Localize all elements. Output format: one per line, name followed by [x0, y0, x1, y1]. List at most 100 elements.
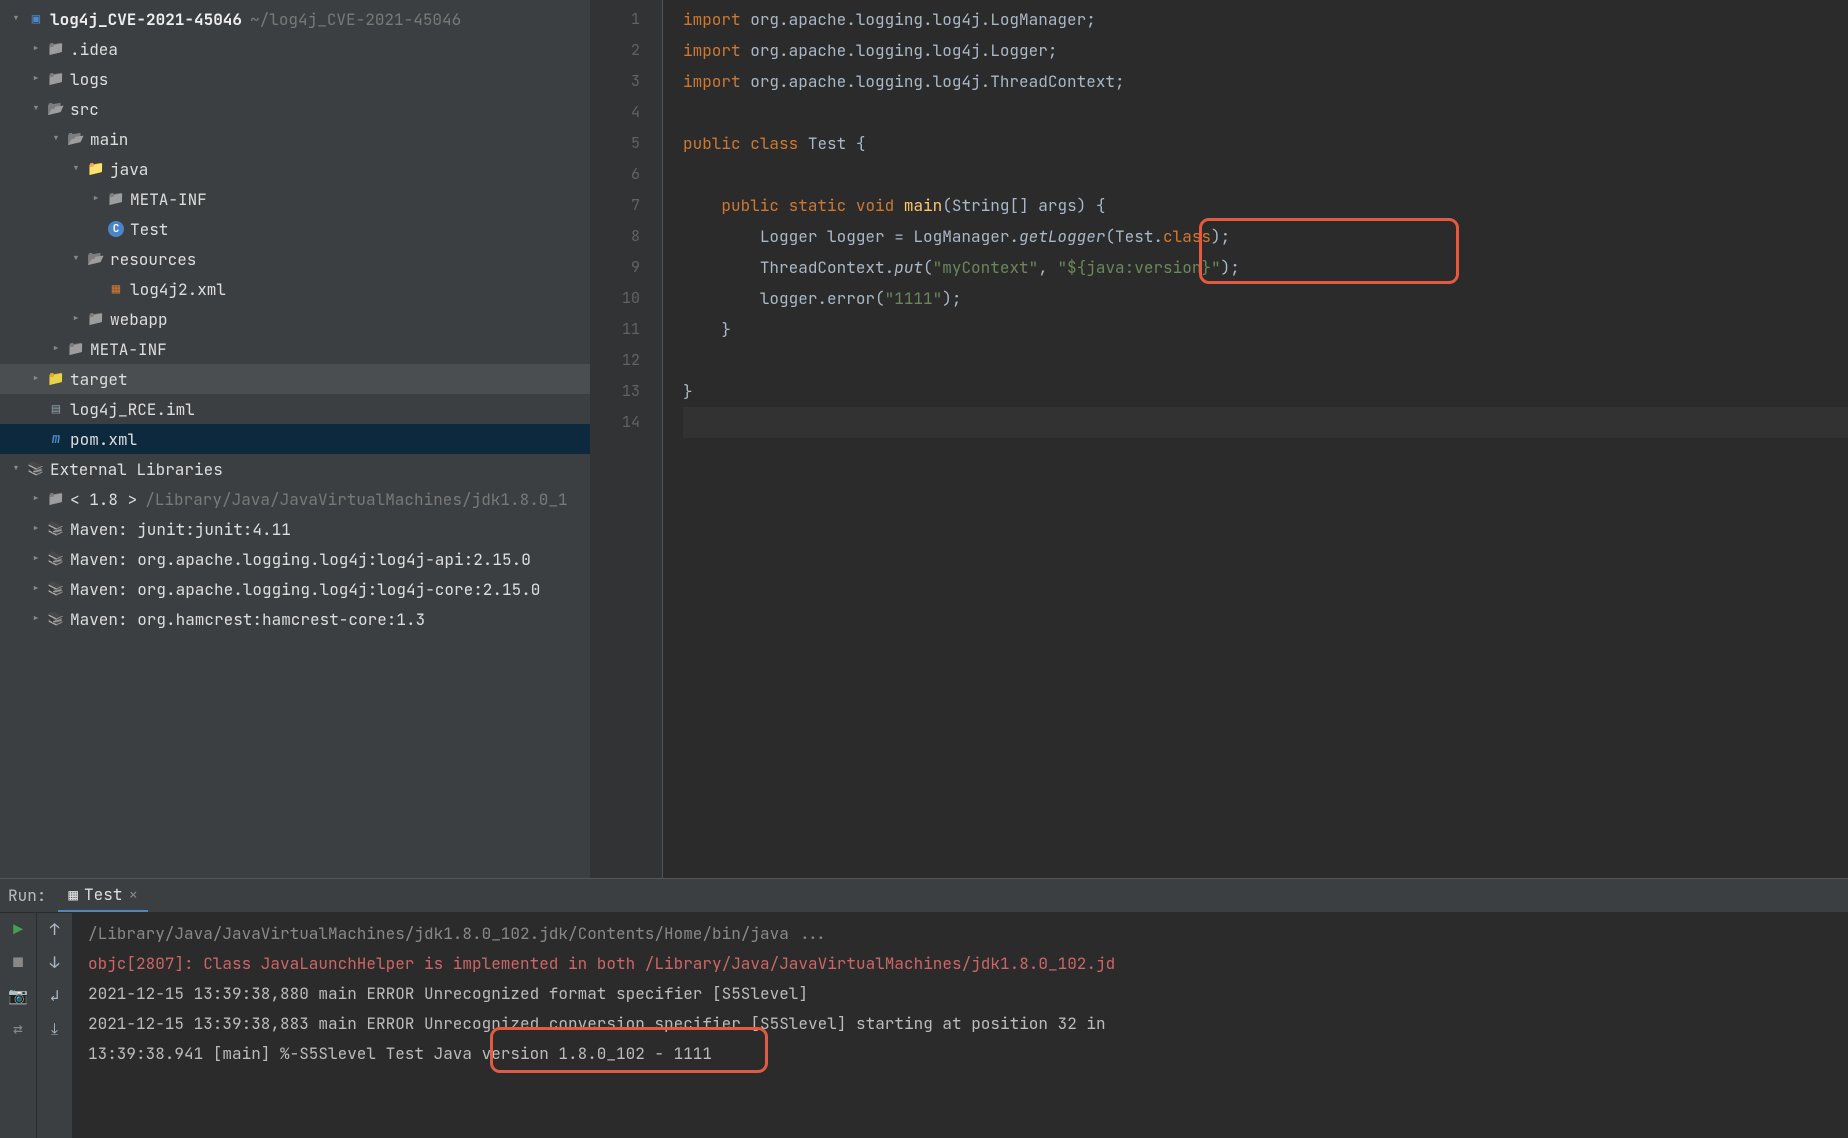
close-icon[interactable]: × [128, 884, 138, 905]
chevron-right-icon[interactable] [28, 550, 44, 568]
package-ref: org.apache.logging.log4j.Logger [750, 40, 1048, 61]
folder-icon [86, 309, 106, 329]
rerun-button[interactable]: ▶ [13, 919, 23, 940]
chevron-right-icon[interactable] [28, 370, 44, 388]
chevron-down-icon[interactable] [68, 160, 84, 178]
jdk-icon [46, 489, 66, 509]
tree-item-pom[interactable]: pom.xml [0, 424, 590, 454]
chevron-right-icon[interactable] [68, 310, 84, 328]
tree-item-log4j2-xml[interactable]: log4j2.xml [0, 274, 590, 304]
up-icon[interactable]: ↑ [50, 919, 60, 940]
string-literal: "myContext" [933, 257, 1039, 278]
dump-button[interactable]: 📷 [8, 985, 28, 1006]
package-ref: org.apache.logging.log4j.ThreadContext [750, 71, 1115, 92]
editor-gutter[interactable]: 1 2 3 4 5 6 7 8 9 10 11 12 13 14 [590, 0, 662, 878]
line-number[interactable]: 2 [590, 35, 640, 66]
scroll-end-icon[interactable]: ⤓ [51, 1018, 58, 1039]
line-number[interactable]: 7 [590, 190, 640, 221]
library-icon [46, 609, 66, 629]
tree-item-idea[interactable]: .idea [0, 34, 590, 64]
line-number[interactable]: 3 [590, 66, 640, 97]
tree-item-metainf[interactable]: META-INF [0, 184, 590, 214]
console-line: 13:39:38.941 [main] %-S5Slevel Test Java… [88, 1039, 1848, 1069]
maven-file-icon [46, 429, 66, 449]
excluded-folder-icon [46, 369, 66, 389]
xml-file-icon [106, 279, 126, 299]
tree-external-libs[interactable]: External Libraries [0, 454, 590, 484]
method-call: getLogger [1019, 226, 1105, 247]
punct: ); [942, 288, 961, 309]
source-folder-icon [86, 159, 106, 179]
keyword: static [789, 195, 847, 216]
chevron-right-icon[interactable] [28, 610, 44, 628]
iml-file-icon [46, 399, 66, 419]
tree-item-src[interactable]: src [0, 94, 590, 124]
console-line: 2021-12-15 13:39:38,883 main ERROR Unrec… [88, 1009, 1848, 1039]
tree-item-webapp[interactable]: webapp [0, 304, 590, 334]
tree-root[interactable]: log4j_CVE-2021-45046 ~/log4j_CVE-2021-45… [0, 4, 590, 34]
line-number[interactable]: 1 [590, 4, 640, 35]
code-text: Logger logger = LogManager. [760, 226, 1019, 247]
chevron-down-icon[interactable] [48, 130, 64, 148]
tree-jdk[interactable]: < 1.8 > /Library/Java/JavaVirtualMachine… [0, 484, 590, 514]
chevron-right-icon[interactable] [48, 340, 64, 358]
java-class-icon [106, 219, 126, 239]
tree-item-resources[interactable]: resources [0, 244, 590, 274]
line-number[interactable]: 10 [590, 283, 640, 314]
tree-item-iml[interactable]: log4j_RCE.iml [0, 394, 590, 424]
chevron-down-icon[interactable] [8, 460, 24, 478]
folder-icon [46, 99, 66, 119]
line-number[interactable]: 5 [590, 128, 640, 159]
layout-button[interactable]: ⇄ [13, 1018, 23, 1039]
chevron-down-icon[interactable] [8, 10, 24, 28]
project-tree[interactable]: log4j_CVE-2021-45046 ~/log4j_CVE-2021-45… [0, 0, 590, 878]
keyword: void [856, 195, 894, 216]
chevron-right-icon[interactable] [28, 40, 44, 58]
tree-item-target[interactable]: target [0, 364, 590, 394]
line-number[interactable]: 12 [590, 345, 640, 376]
tree-item-test-class[interactable]: Test [0, 214, 590, 244]
run-label: Run: [8, 885, 46, 906]
run-toolbar-left: ▶ ■ 📷 ⇄ [0, 913, 36, 1138]
tree-root-label: log4j_CVE-2021-45046 [50, 9, 242, 30]
tree-item-metainf2[interactable]: META-INF [0, 334, 590, 364]
chevron-down-icon[interactable] [28, 100, 44, 118]
tree-item-java[interactable]: java [0, 154, 590, 184]
library-icon [26, 459, 46, 479]
soft-wrap-icon[interactable]: ↲ [50, 985, 60, 1006]
chevron-right-icon[interactable] [28, 580, 44, 598]
chevron-down-icon[interactable] [68, 250, 84, 268]
punct: ); [1211, 226, 1230, 247]
folder-icon [66, 339, 86, 359]
run-tab-test[interactable]: ▦ Test × [58, 879, 148, 912]
chevron-right-icon[interactable] [88, 190, 104, 208]
tree-item-logs[interactable]: logs [0, 64, 590, 94]
chevron-right-icon[interactable] [28, 490, 44, 508]
module-icon [26, 9, 46, 29]
line-number[interactable]: 14 [590, 407, 640, 438]
line-number[interactable]: 4 [590, 97, 640, 128]
console-line: 2021-12-15 13:39:38,880 main ERROR Unrec… [88, 979, 1848, 1009]
console-output[interactable]: /Library/Java/JavaVirtualMachines/jdk1.8… [72, 913, 1848, 1138]
line-number[interactable]: 13 [590, 376, 640, 407]
string-literal: "${java:version}" [1057, 257, 1220, 278]
tree-maven-log4j-core[interactable]: Maven: org.apache.logging.log4j:log4j-co… [0, 574, 590, 604]
punct: ); [1221, 257, 1240, 278]
stop-button[interactable]: ■ [13, 952, 23, 973]
resources-folder-icon [86, 249, 106, 269]
run-tab-label: Test [84, 884, 122, 905]
tree-maven-log4j-api[interactable]: Maven: org.apache.logging.log4j:log4j-ap… [0, 544, 590, 574]
code-area[interactable]: import org.apache.logging.log4j.LogManag… [662, 0, 1848, 878]
code-editor[interactable]: 1 2 3 4 5 6 7 8 9 10 11 12 13 14 import … [590, 0, 1848, 878]
chevron-right-icon[interactable] [28, 520, 44, 538]
keyword: import [683, 40, 741, 61]
down-icon[interactable]: ↓ [50, 952, 60, 973]
line-number[interactable]: 11 [590, 314, 640, 345]
chevron-right-icon[interactable] [28, 70, 44, 88]
line-number[interactable]: 6 [590, 159, 640, 190]
line-number[interactable]: 9 [590, 252, 640, 283]
tree-item-main[interactable]: main [0, 124, 590, 154]
line-number[interactable]: 8 [590, 221, 640, 252]
tree-maven-hamcrest[interactable]: Maven: org.hamcrest:hamcrest-core:1.3 [0, 604, 590, 634]
tree-maven-junit[interactable]: Maven: junit:junit:4.11 [0, 514, 590, 544]
